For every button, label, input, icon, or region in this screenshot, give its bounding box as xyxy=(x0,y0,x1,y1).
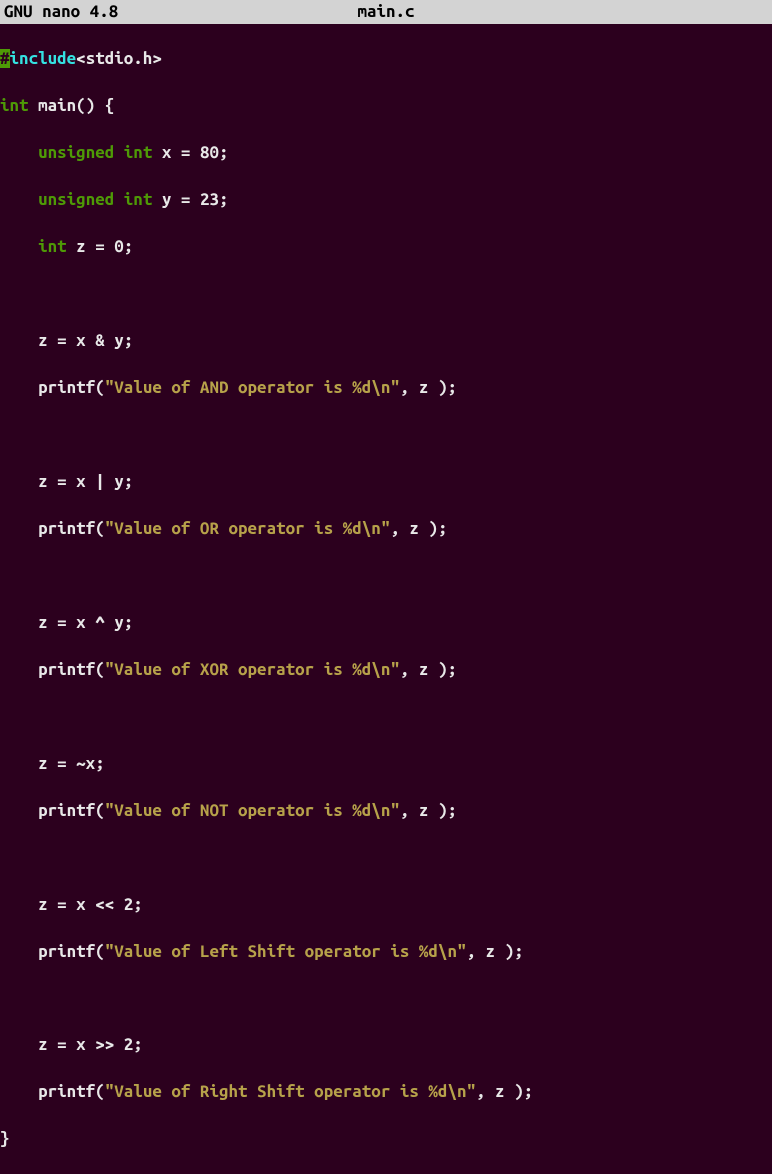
preprocessor-keyword: include xyxy=(10,49,77,68)
code-line: z = ~x; xyxy=(0,752,772,776)
code-text: y = 23; xyxy=(152,190,228,209)
code-line: printf("Value of OR operator is %d\n", z… xyxy=(0,517,772,541)
code-line xyxy=(0,705,772,729)
code-line: unsigned int x = 80; xyxy=(0,141,772,165)
code-text: printf( xyxy=(0,1082,105,1101)
code-line: printf("Value of AND operator is %d\n", … xyxy=(0,376,772,400)
code-text: , z ); xyxy=(400,660,457,679)
code-line: printf("Value of XOR operator is %d\n", … xyxy=(0,658,772,682)
titlebar: GNU nano 4.8 main.c xyxy=(0,0,772,24)
type-keyword: int xyxy=(0,96,29,115)
code-line: printf("Value of Left Shift operator is … xyxy=(0,940,772,964)
code-text: z = x << 2; xyxy=(0,895,143,914)
header-name: <stdio.h> xyxy=(76,49,162,68)
code-text: , z ); xyxy=(476,1082,533,1101)
code-line: printf("Value of NOT operator is %d\n", … xyxy=(0,799,772,823)
blank-line xyxy=(0,707,10,726)
code-text: z = x & y; xyxy=(0,331,133,350)
type-keyword: unsigned int xyxy=(38,143,152,162)
blank-line xyxy=(0,284,10,303)
code-text: printf( xyxy=(0,519,105,538)
code-text: main() { xyxy=(29,96,115,115)
type-keyword: unsigned int xyxy=(38,190,152,209)
code-line xyxy=(0,564,772,588)
code-text: printf( xyxy=(0,942,105,961)
code-line: #include<stdio.h> xyxy=(0,47,772,71)
indent xyxy=(0,237,38,256)
code-line: z = x << 2; xyxy=(0,893,772,917)
filename: main.c xyxy=(357,0,414,23)
string-literal: "Value of NOT operator is %d\n" xyxy=(105,801,400,820)
code-line: printf("Value of Right Shift operator is… xyxy=(0,1080,772,1104)
code-line: } xyxy=(0,1127,772,1151)
code-text: printf( xyxy=(0,660,105,679)
code-line: z = x | y; xyxy=(0,470,772,494)
string-literal: "Value of XOR operator is %d\n" xyxy=(105,660,400,679)
code-text: x = 80; xyxy=(152,143,228,162)
code-text: , z ); xyxy=(467,942,524,961)
code-line xyxy=(0,282,772,306)
code-text: } xyxy=(0,1129,10,1148)
string-literal: "Value of Right Shift operator is %d\n" xyxy=(105,1082,476,1101)
code-text: , z ); xyxy=(400,801,457,820)
blank-line xyxy=(0,989,10,1008)
code-text: printf( xyxy=(0,801,105,820)
code-line: z = x & y; xyxy=(0,329,772,353)
code-line: int z = 0; xyxy=(0,235,772,259)
code-line xyxy=(0,846,772,870)
app-name: GNU nano 4.8 xyxy=(4,0,118,23)
code-text: z = ~x; xyxy=(0,754,105,773)
code-text: z = x | y; xyxy=(0,472,133,491)
code-line xyxy=(0,987,772,1011)
code-text: , z ); xyxy=(400,378,457,397)
indent xyxy=(0,190,38,209)
editor-area[interactable]: #include<stdio.h> int main() { unsigned … xyxy=(0,24,772,1174)
code-line xyxy=(0,423,772,447)
code-line: unsigned int y = 23; xyxy=(0,188,772,212)
cursor: # xyxy=(0,49,10,68)
string-literal: "Value of Left Shift operator is %d\n" xyxy=(105,942,467,961)
code-line: int main() { xyxy=(0,94,772,118)
string-literal: "Value of AND operator is %d\n" xyxy=(105,378,400,397)
blank-line xyxy=(0,425,10,444)
code-text: z = x ^ y; xyxy=(0,613,133,632)
code-text: z = 0; xyxy=(67,237,134,256)
string-literal: "Value of OR operator is %d\n" xyxy=(105,519,391,538)
blank-line xyxy=(0,848,10,867)
code-text: printf( xyxy=(0,378,105,397)
blank-line xyxy=(0,566,10,585)
code-text: z = x >> 2; xyxy=(0,1035,143,1054)
code-line: z = x ^ y; xyxy=(0,611,772,635)
code-text: , z ); xyxy=(390,519,447,538)
indent xyxy=(0,143,38,162)
code-line: z = x >> 2; xyxy=(0,1033,772,1057)
type-keyword: int xyxy=(38,237,67,256)
